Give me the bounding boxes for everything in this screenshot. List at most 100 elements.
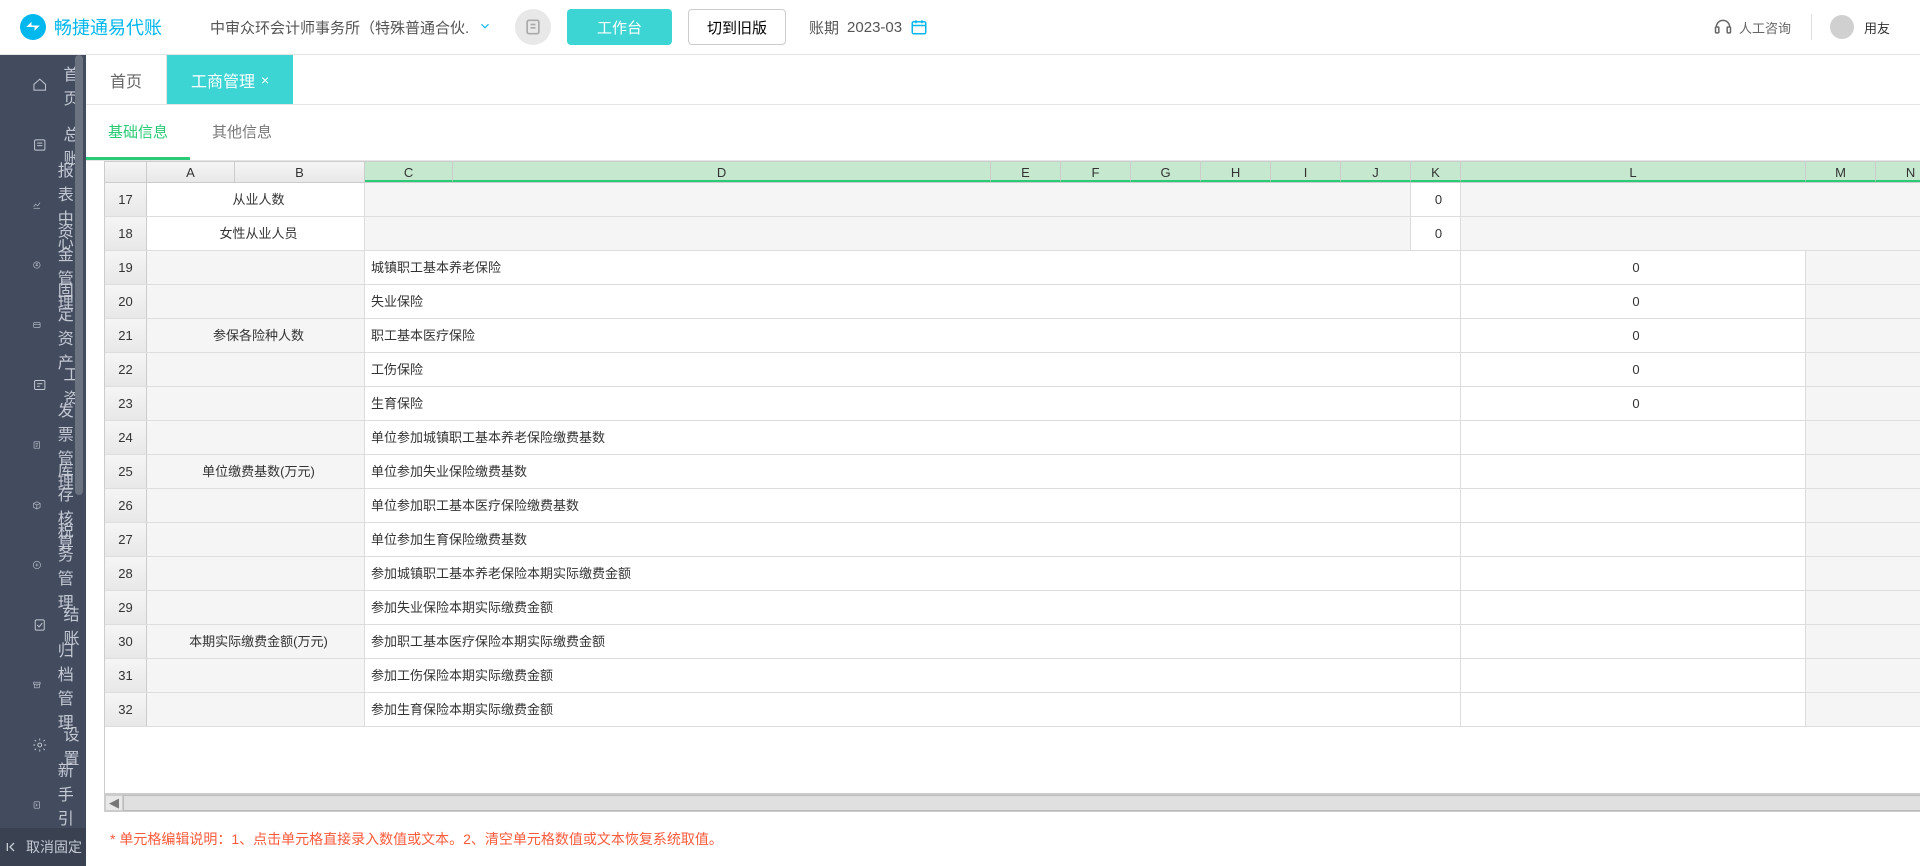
sidebar-item-archive[interactable]: 归档管理 [0, 655, 86, 715]
row-label[interactable] [147, 659, 365, 692]
row-header[interactable]: 30 [105, 625, 147, 658]
row-label[interactable] [147, 523, 365, 556]
col-header-N[interactable]: N [1876, 162, 1920, 182]
col-header-L[interactable]: L [1461, 162, 1806, 182]
row-header[interactable]: 20 [105, 285, 147, 318]
col-header-G[interactable]: G [1131, 162, 1201, 182]
row-label[interactable] [147, 251, 365, 284]
cell[interactable] [1806, 523, 1920, 556]
cell[interactable]: 单位参加失业保险缴费基数 [365, 455, 1461, 488]
value-cell[interactable]: 0 [1411, 217, 1461, 250]
row-label[interactable] [147, 557, 365, 590]
value-cell[interactable]: 0 [1461, 319, 1806, 352]
tab-工商管理[interactable]: 工商管理× [167, 55, 293, 104]
sidebar-item-guide[interactable]: 新手引导 [0, 775, 86, 828]
col-header-D[interactable]: D [453, 162, 991, 182]
row-header[interactable]: 21 [105, 319, 147, 352]
row-header[interactable]: 25 [105, 455, 147, 488]
value-cell[interactable] [1461, 591, 1806, 624]
cell[interactable]: 生育保险 [365, 387, 1461, 420]
value-cell[interactable] [1461, 523, 1806, 556]
cell[interactable]: 职工基本医疗保险 [365, 319, 1461, 352]
notes-icon[interactable] [515, 9, 551, 45]
corner-cell[interactable] [105, 162, 147, 182]
value-cell[interactable]: 0 [1461, 353, 1806, 386]
value-cell[interactable] [1461, 455, 1806, 488]
sidebar-item-tax[interactable]: 税务管理 [0, 535, 86, 595]
value-cell[interactable] [1461, 557, 1806, 590]
sidebar-item-home[interactable]: 首页 [0, 55, 86, 115]
value-cell[interactable]: 0 [1461, 285, 1806, 318]
cell[interactable] [365, 183, 1411, 216]
row-label[interactable] [147, 489, 365, 522]
col-header-I[interactable]: I [1271, 162, 1341, 182]
value-cell[interactable]: 0 [1411, 183, 1461, 216]
col-header-E[interactable]: E [991, 162, 1061, 182]
value-cell[interactable] [1461, 625, 1806, 658]
cell[interactable] [1806, 285, 1920, 318]
cell[interactable]: 单位参加城镇职工基本养老保险缴费基数 [365, 421, 1461, 454]
row-header[interactable]: 27 [105, 523, 147, 556]
cell[interactable]: 工伤保险 [365, 353, 1461, 386]
horizontal-scrollbar[interactable]: ◀ ▶ [104, 794, 1920, 812]
row-header[interactable]: 17 [105, 183, 147, 216]
value-cell[interactable] [1461, 659, 1806, 692]
user-menu[interactable]: 用友 [1830, 15, 1890, 39]
row-label[interactable]: 从业人数 [147, 183, 365, 216]
col-header-F[interactable]: F [1061, 162, 1131, 182]
row-header[interactable]: 23 [105, 387, 147, 420]
sidebar-item-asset[interactable]: 固定资产 [0, 295, 86, 355]
value-cell[interactable] [1461, 421, 1806, 454]
consult-button[interactable]: 人工咨询 [1713, 17, 1791, 37]
old-version-button[interactable]: 切到旧版 [688, 9, 786, 45]
cell[interactable] [1806, 557, 1920, 590]
row-header[interactable]: 22 [105, 353, 147, 386]
close-icon[interactable]: × [261, 72, 269, 88]
cell[interactable] [1461, 217, 1920, 250]
row-header[interactable]: 29 [105, 591, 147, 624]
value-cell[interactable]: 0 [1461, 251, 1806, 284]
cell[interactable] [1806, 455, 1920, 488]
unpin-sidebar-button[interactable]: 取消固定 [0, 828, 86, 866]
cell[interactable]: 失业保险 [365, 285, 1461, 318]
cell[interactable] [1806, 693, 1920, 726]
sub-tab-基础信息[interactable]: 基础信息 [86, 105, 190, 160]
cell[interactable]: 城镇职工基本养老保险 [365, 251, 1461, 284]
row-header[interactable]: 19 [105, 251, 147, 284]
period-value[interactable]: 2023-03 [847, 19, 902, 36]
row-label[interactable]: 参保各险种人数 [147, 319, 365, 352]
row-header[interactable]: 31 [105, 659, 147, 692]
cell[interactable]: 参加城镇职工基本养老保险本期实际缴费金额 [365, 557, 1461, 590]
col-header-B[interactable]: B [235, 162, 365, 182]
cell[interactable] [1806, 251, 1920, 284]
cell[interactable]: 单位参加生育保险缴费基数 [365, 523, 1461, 556]
row-label[interactable] [147, 421, 365, 454]
tab-首页[interactable]: 首页 [86, 55, 167, 104]
row-label[interactable]: 本期实际缴费金额(万元) [147, 625, 365, 658]
calendar-icon[interactable] [910, 18, 928, 36]
value-cell[interactable]: 0 [1461, 387, 1806, 420]
row-header[interactable]: 24 [105, 421, 147, 454]
cell[interactable] [365, 217, 1411, 250]
col-header-H[interactable]: H [1201, 162, 1271, 182]
cell[interactable]: 参加生育保险本期实际缴费金额 [365, 693, 1461, 726]
cell[interactable] [1806, 421, 1920, 454]
row-header[interactable]: 18 [105, 217, 147, 250]
row-label[interactable] [147, 693, 365, 726]
col-header-C[interactable]: C [365, 162, 453, 182]
row-label[interactable] [147, 591, 365, 624]
value-cell[interactable] [1461, 489, 1806, 522]
cell[interactable] [1806, 659, 1920, 692]
cell[interactable] [1806, 353, 1920, 386]
col-header-J[interactable]: J [1341, 162, 1411, 182]
cell[interactable]: 参加职工基本医疗保险本期实际缴费金额 [365, 625, 1461, 658]
row-label[interactable] [147, 387, 365, 420]
row-label[interactable] [147, 353, 365, 386]
col-header-K[interactable]: K [1411, 162, 1461, 182]
value-cell[interactable] [1461, 693, 1806, 726]
cell[interactable] [1806, 319, 1920, 352]
cell[interactable]: 单位参加职工基本医疗保险缴费基数 [365, 489, 1461, 522]
row-label[interactable] [147, 285, 365, 318]
scroll-left-icon[interactable]: ◀ [105, 795, 123, 811]
row-header[interactable]: 32 [105, 693, 147, 726]
